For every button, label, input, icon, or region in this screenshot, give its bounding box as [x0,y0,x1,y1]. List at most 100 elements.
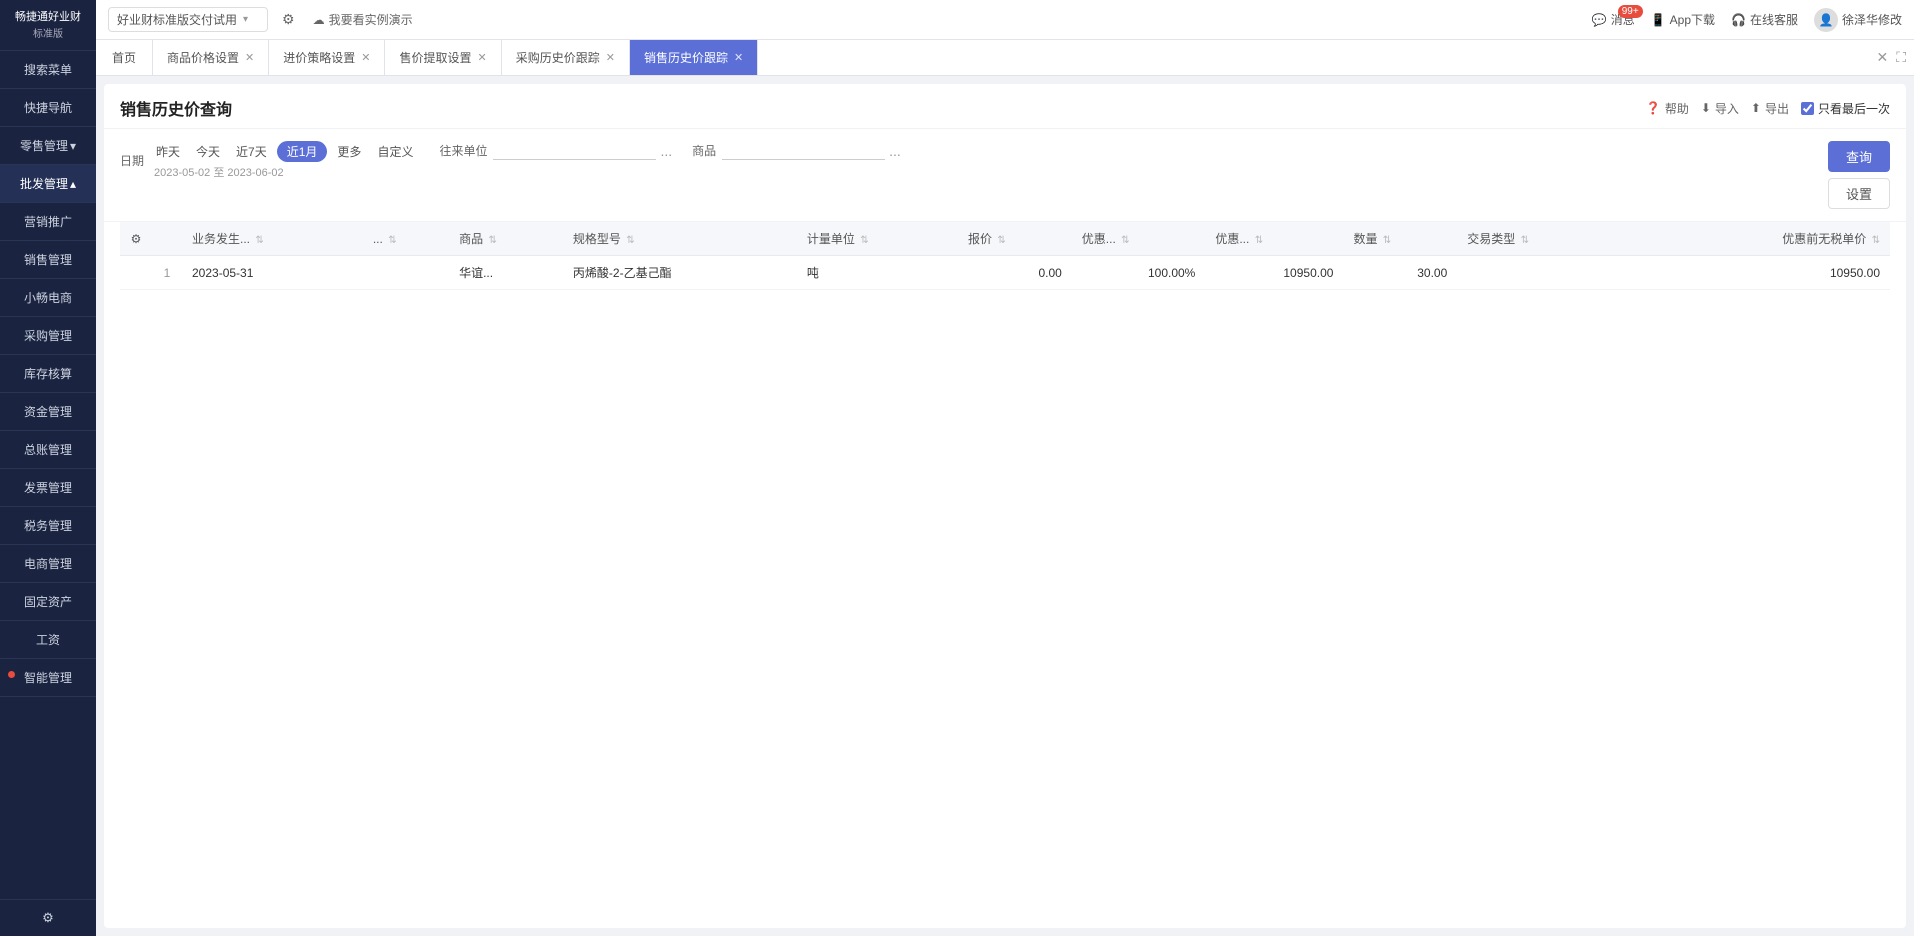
th-product[interactable]: 商品 ⇅ [449,222,563,256]
date-btn-more[interactable]: 更多 [331,141,367,162]
th-spec[interactable]: 规格型号 ⇅ [563,222,797,256]
tab-purchase-history-close-icon[interactable]: ✕ [606,51,615,64]
sidebar-logo: 畅捷通好业财 标准版 [0,0,96,51]
source-unit-input[interactable] [493,141,656,160]
th-pretax-price[interactable]: 优惠前无税单价 ⇅ [1658,222,1890,256]
avatar: 👤 [1814,8,1838,32]
cell-tx-type [1457,256,1618,290]
user-profile-button[interactable]: 👤 徐泽华修改 [1814,8,1902,32]
sidebar-item-fixed-assets-label: 固定资产 [24,595,72,609]
tab-pricing-strategy[interactable]: 进价策略设置 ✕ [269,40,385,76]
th-discount-rate[interactable]: 优惠... ⇅ [1072,222,1206,256]
sidebar-item-capital[interactable]: 资金管理 [0,393,96,431]
th-discount-amt[interactable]: 优惠... ⇅ [1205,222,1343,256]
th-gear[interactable]: ⚙ [120,222,152,256]
product-input-group: ... [722,141,901,160]
th-date[interactable]: 业务发生... ⇅ [182,222,363,256]
sidebar-item-search[interactable]: 搜索菜单 [0,51,96,89]
sort-icon-date: ⇅ [255,235,263,246]
th-qty[interactable]: 数量 ⇅ [1343,222,1457,256]
message-button[interactable]: 💬 消息 99+ [1592,11,1635,28]
cell-gear [120,256,152,290]
help-button[interactable]: ❓ 帮助 [1646,100,1689,117]
sidebar-item-general[interactable]: 总账管理 [0,431,96,469]
th-tx-type[interactable]: 交易类型 ⇅ [1457,222,1618,256]
tab-price-settings[interactable]: 商品价格设置 ✕ [153,40,269,76]
cell-spec: 丙烯酸-2-乙基己酯 [563,256,797,290]
sidebar-item-marketing[interactable]: 营销推广 [0,203,96,241]
sidebar-item-smart[interactable]: 智能管理 [0,659,96,697]
sort-icon-more: ⇅ [388,235,396,246]
th-discount-amt-label: 优惠... [1215,232,1249,246]
import-button[interactable]: ⬇ 导入 [1701,100,1739,117]
sidebar-item-sales-label: 销售管理 [24,253,72,267]
settings-button[interactable]: 设置 [1828,178,1890,209]
tab-price-settings-close-icon[interactable]: ✕ [245,51,254,64]
sidebar-item-purchase[interactable]: 采购管理 [0,317,96,355]
tab-sales-history[interactable]: 销售历史价跟踪 ✕ [630,40,758,76]
date-btn-1month[interactable]: 近1月 [277,141,328,162]
source-unit-dots[interactable]: ... [660,143,672,159]
tab-price-settings-label: 商品价格设置 [167,49,239,66]
sidebar-item-xiaochangec[interactable]: 小畅电商 [0,279,96,317]
th-price[interactable]: 报价 ⇅ [958,222,1072,256]
tab-expand-icon[interactable]: ⛶ [1896,49,1906,66]
sidebar-settings-button[interactable]: ⚙ [0,899,96,936]
sidebar: 畅捷通好业财 标准版 搜索菜单 快捷导航 零售管理 ▾ 批发管理 ▴ 营销推广 … [0,0,96,936]
main-area: 好业财标准版交付试用 ▾ ⚙ ☁ 我要看实例演示 💬 消息 99+ 📱 App下… [96,0,1914,936]
sidebar-item-ecom[interactable]: 电商管理 [0,545,96,583]
query-button[interactable]: 查询 [1828,141,1890,172]
cell-product: 华谊... [449,256,563,290]
product-input[interactable] [722,141,885,160]
sort-icon-tx-type: ⇅ [1521,235,1529,246]
edition-selector[interactable]: 好业财标准版交付试用 ▾ [108,7,268,32]
date-btn-today[interactable]: 今天 [190,141,226,162]
product-dots[interactable]: ... [889,143,901,159]
sidebar-item-inventory[interactable]: 库存核算 [0,355,96,393]
sidebar-item-retail[interactable]: 零售管理 ▾ [0,127,96,165]
tab-close-all-icon[interactable]: ✕ [1876,49,1888,66]
tab-price-fetch[interactable]: 售价提取设置 ✕ [385,40,501,76]
last-only-checkbox[interactable] [1801,102,1814,115]
export-button[interactable]: ⬆ 导出 [1751,100,1789,117]
export-label: 导出 [1765,100,1789,117]
app-download-label: App下载 [1670,11,1715,28]
sort-icon-product: ⇅ [488,235,496,246]
tab-price-fetch-close-icon[interactable]: ✕ [478,51,487,64]
page-content: 销售历史价查询 ❓ 帮助 ⬇ 导入 ⬆ 导出 只看最后一次 [104,84,1906,928]
table-row: 1 2023-05-31 华谊... 丙烯酸-2-乙基己酯 吨 0.00 100… [120,256,1890,290]
sort-icon-qty: ⇅ [1383,235,1391,246]
sidebar-item-invoice[interactable]: 发票管理 [0,469,96,507]
tab-pricing-strategy-close-icon[interactable]: ✕ [361,51,370,64]
date-btn-7days[interactable]: 近7天 [230,141,273,162]
demo-link[interactable]: ☁ 我要看实例演示 [313,11,413,28]
date-btn-yesterday[interactable]: 昨天 [150,141,186,162]
online-service-button[interactable]: 🎧 在线客服 [1731,11,1798,28]
sidebar-item-wholesale-label: 批发管理 [20,175,68,192]
topbar-settings-icon[interactable]: ⚙ [278,11,299,28]
sidebar-item-wholesale[interactable]: 批发管理 ▴ [0,165,96,203]
sidebar-item-payroll[interactable]: 工资 [0,621,96,659]
sidebar-item-fixed-assets[interactable]: 固定资产 [0,583,96,621]
date-btn-custom[interactable]: 自定义 [371,141,419,162]
sort-icon-pretax-price: ⇅ [1872,235,1880,246]
sidebar-item-sales[interactable]: 销售管理 [0,241,96,279]
filter-bar: 日期 昨天 今天 近7天 近1月 更多 自定义 2023-05-02 至 202… [104,129,1906,222]
filter-actions: 查询 设置 [1828,141,1890,209]
app-download-button[interactable]: 📱 App下载 [1651,11,1715,28]
tab-sales-history-close-icon[interactable]: ✕ [734,51,743,64]
table-body: 1 2023-05-31 华谊... 丙烯酸-2-乙基己酯 吨 0.00 100… [120,256,1890,290]
th-more[interactable]: ... ⇅ [363,222,449,256]
tab-pricing-strategy-label: 进价策略设置 [283,49,355,66]
sidebar-item-quick-nav[interactable]: 快捷导航 [0,89,96,127]
demo-label: 我要看实例演示 [329,11,413,28]
tab-purchase-history[interactable]: 采购历史价跟踪 ✕ [502,40,630,76]
sort-icon-spec: ⇅ [626,235,634,246]
sort-icon-discount-rate: ⇅ [1121,235,1129,246]
last-only-checkbox-label[interactable]: 只看最后一次 [1801,100,1890,117]
th-unit[interactable]: 计量单位 ⇅ [797,222,958,256]
page-header-actions: ❓ 帮助 ⬇ 导入 ⬆ 导出 只看最后一次 [1646,100,1890,117]
message-icon: 💬 [1592,13,1607,27]
sidebar-item-tax[interactable]: 税务管理 [0,507,96,545]
tab-home[interactable]: 首页 [96,40,153,76]
